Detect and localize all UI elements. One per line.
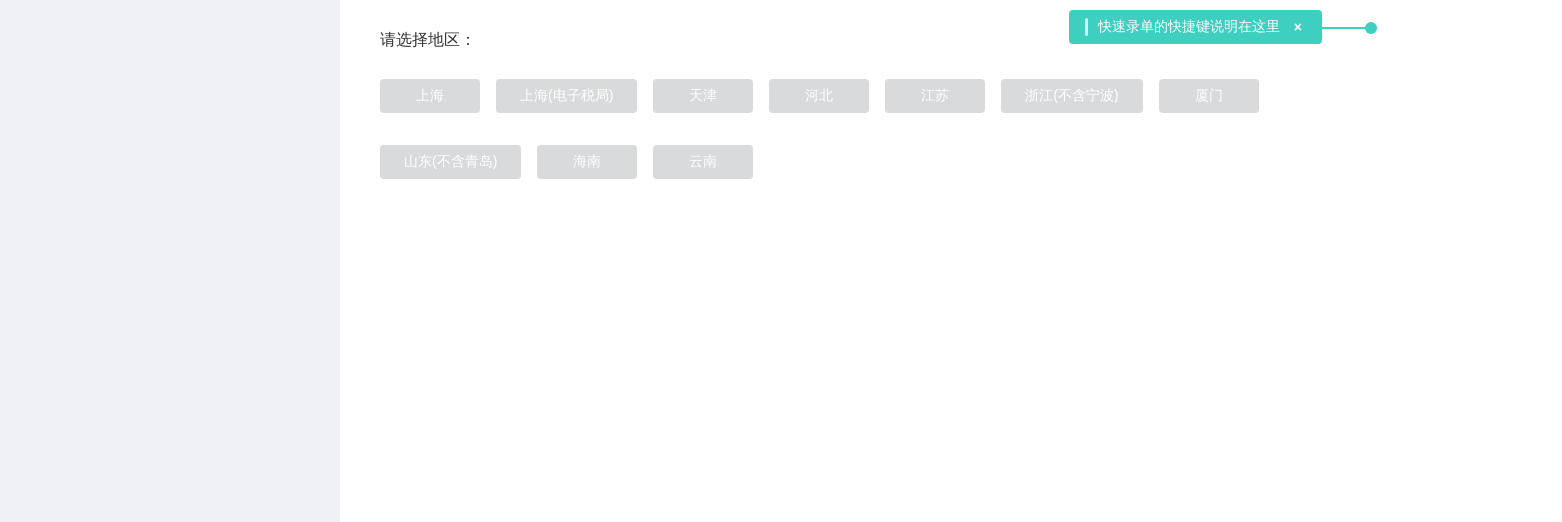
- region-btn-shanghai-etax[interactable]: 上海(电子税局): [496, 79, 637, 113]
- main-content: 请选择地区： 上海上海(电子税局) 天津河北江苏浙江(不含宁波) 厦门山东(不含青岛…: [340, 0, 1562, 522]
- tooltip-close-button[interactable]: ×: [1290, 19, 1306, 35]
- region-btn-hebei[interactable]: 河北: [769, 79, 869, 113]
- left-sidebar: [0, 0, 340, 522]
- tooltip-bar: [1085, 18, 1088, 36]
- region-btn-hainan[interactable]: 海南: [537, 145, 637, 179]
- region-btn-yunnan[interactable]: 云南: [653, 145, 753, 179]
- region-row-1: 上海上海(电子税局) 天津河北江苏浙江(不含宁波) 厦门: [380, 79, 1259, 113]
- tooltip-text: 快速录单的快捷键说明在这里: [1098, 18, 1280, 36]
- region-row-2: 山东(不含青岛) 海南云南: [380, 145, 753, 179]
- tooltip-connector-dot: [1365, 22, 1377, 34]
- tooltip-connector-line: [1322, 27, 1366, 29]
- region-btn-jiangsu[interactable]: 江苏: [885, 79, 985, 113]
- region-btn-tianjin[interactable]: 天津: [653, 79, 753, 113]
- page-title: 请选择地区：: [380, 30, 1522, 51]
- region-btn-shandong[interactable]: 山东(不含青岛): [380, 145, 521, 179]
- region-buttons-container: 上海上海(电子税局) 天津河北江苏浙江(不含宁波) 厦门山东(不含青岛) 海南云南: [380, 79, 1522, 179]
- region-btn-xiamen[interactable]: 厦门: [1159, 79, 1259, 113]
- tooltip-banner: 快速录单的快捷键说明在这里 ×: [1069, 10, 1322, 44]
- region-btn-zhejiang[interactable]: 浙江(不含宁波): [1001, 79, 1142, 113]
- region-btn-shanghai[interactable]: 上海: [380, 79, 480, 113]
